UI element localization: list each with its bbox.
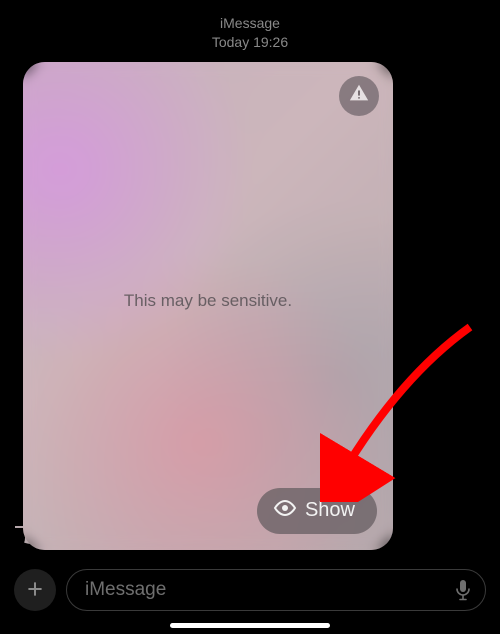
plus-icon <box>25 579 45 602</box>
home-indicator[interactable] <box>170 623 330 628</box>
show-button[interactable]: Show <box>257 488 377 534</box>
warning-icon <box>348 82 370 109</box>
conversation-timestamp-header: iMessage Today 19:26 <box>0 0 500 52</box>
sensitive-image-bubble[interactable]: This may be sensitive. Show <box>23 62 393 550</box>
add-button[interactable] <box>14 569 56 611</box>
incoming-message-bubble: This may be sensitive. Show <box>23 62 393 550</box>
eye-icon <box>273 496 297 526</box>
message-input[interactable] <box>66 569 486 611</box>
timestamp-label: Today 19:26 <box>0 33 500 52</box>
compose-row <box>0 568 500 612</box>
service-label: iMessage <box>0 14 500 33</box>
warning-badge[interactable] <box>339 76 379 116</box>
sensitive-content-label: This may be sensitive. <box>124 291 292 311</box>
show-button-label: Show <box>305 499 355 522</box>
